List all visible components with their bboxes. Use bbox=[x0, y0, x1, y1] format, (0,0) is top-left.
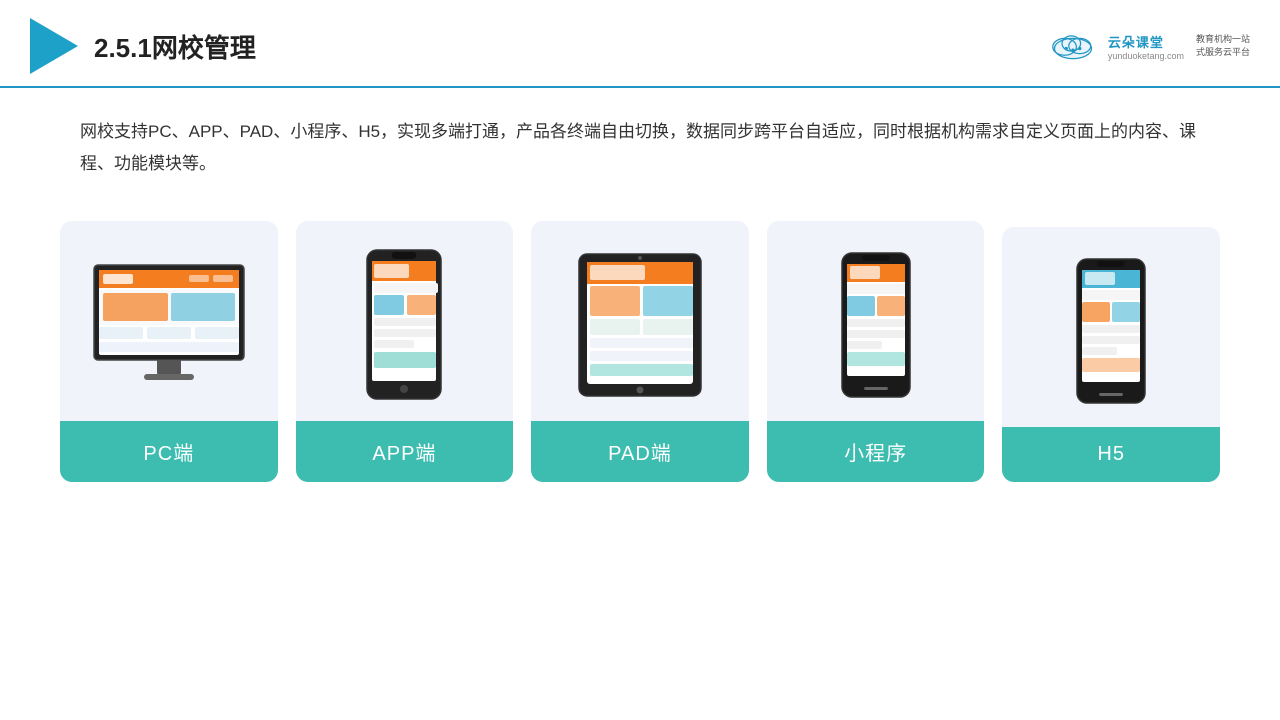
card-h5-image bbox=[1002, 227, 1220, 427]
page-title: 2.5.1网校管理 bbox=[94, 28, 256, 65]
pad-tablet-icon bbox=[575, 250, 705, 400]
card-h5: H5 bbox=[1002, 227, 1220, 482]
brand-tagline: 教育机构一站 式服务云平台 bbox=[1196, 33, 1250, 58]
h5-phone-icon bbox=[1075, 257, 1147, 405]
header: 2.5.1网校管理 云朵课堂 yunduoketang.com 教育机构一站 式… bbox=[0, 0, 1280, 88]
brand-tagline-1: 教育机构一站 bbox=[1196, 33, 1250, 46]
card-app-image bbox=[296, 221, 514, 421]
cards-container: PC端 APP端 bbox=[0, 191, 1280, 482]
description-text: 网校支持PC、APP、PAD、小程序、H5，实现多端打通，产品各终端自由切换，数… bbox=[0, 88, 1280, 181]
card-pc-image bbox=[60, 221, 278, 421]
card-pc: PC端 bbox=[60, 221, 278, 482]
brand-tagline-2: 式服务云平台 bbox=[1196, 46, 1250, 59]
card-miniprogram: 小程序 bbox=[767, 221, 985, 482]
brand-url: yunduoketang.com bbox=[1108, 51, 1184, 61]
miniprogram-phone-icon bbox=[840, 251, 912, 399]
app-phone-icon bbox=[364, 247, 444, 402]
header-right: 云朵课堂 yunduoketang.com 教育机构一站 式服务云平台 bbox=[1046, 30, 1250, 62]
card-app-label: APP端 bbox=[296, 421, 514, 482]
card-pad-label: PAD端 bbox=[531, 421, 749, 482]
header-left: 2.5.1网校管理 bbox=[30, 18, 256, 74]
card-h5-label: H5 bbox=[1002, 427, 1220, 482]
card-miniprogram-image bbox=[767, 221, 985, 421]
card-pad: PAD端 bbox=[531, 221, 749, 482]
card-miniprogram-label: 小程序 bbox=[767, 421, 985, 482]
card-pad-image bbox=[531, 221, 749, 421]
card-pc-label: PC端 bbox=[60, 421, 278, 482]
cloud-logo-icon bbox=[1046, 30, 1100, 62]
card-app: APP端 bbox=[296, 221, 514, 482]
brand-info: 云朵课堂 yunduoketang.com bbox=[1108, 32, 1184, 61]
brand-name: 云朵课堂 bbox=[1108, 32, 1184, 51]
logo-triangle-icon bbox=[30, 18, 78, 74]
pc-monitor-icon bbox=[89, 260, 249, 390]
